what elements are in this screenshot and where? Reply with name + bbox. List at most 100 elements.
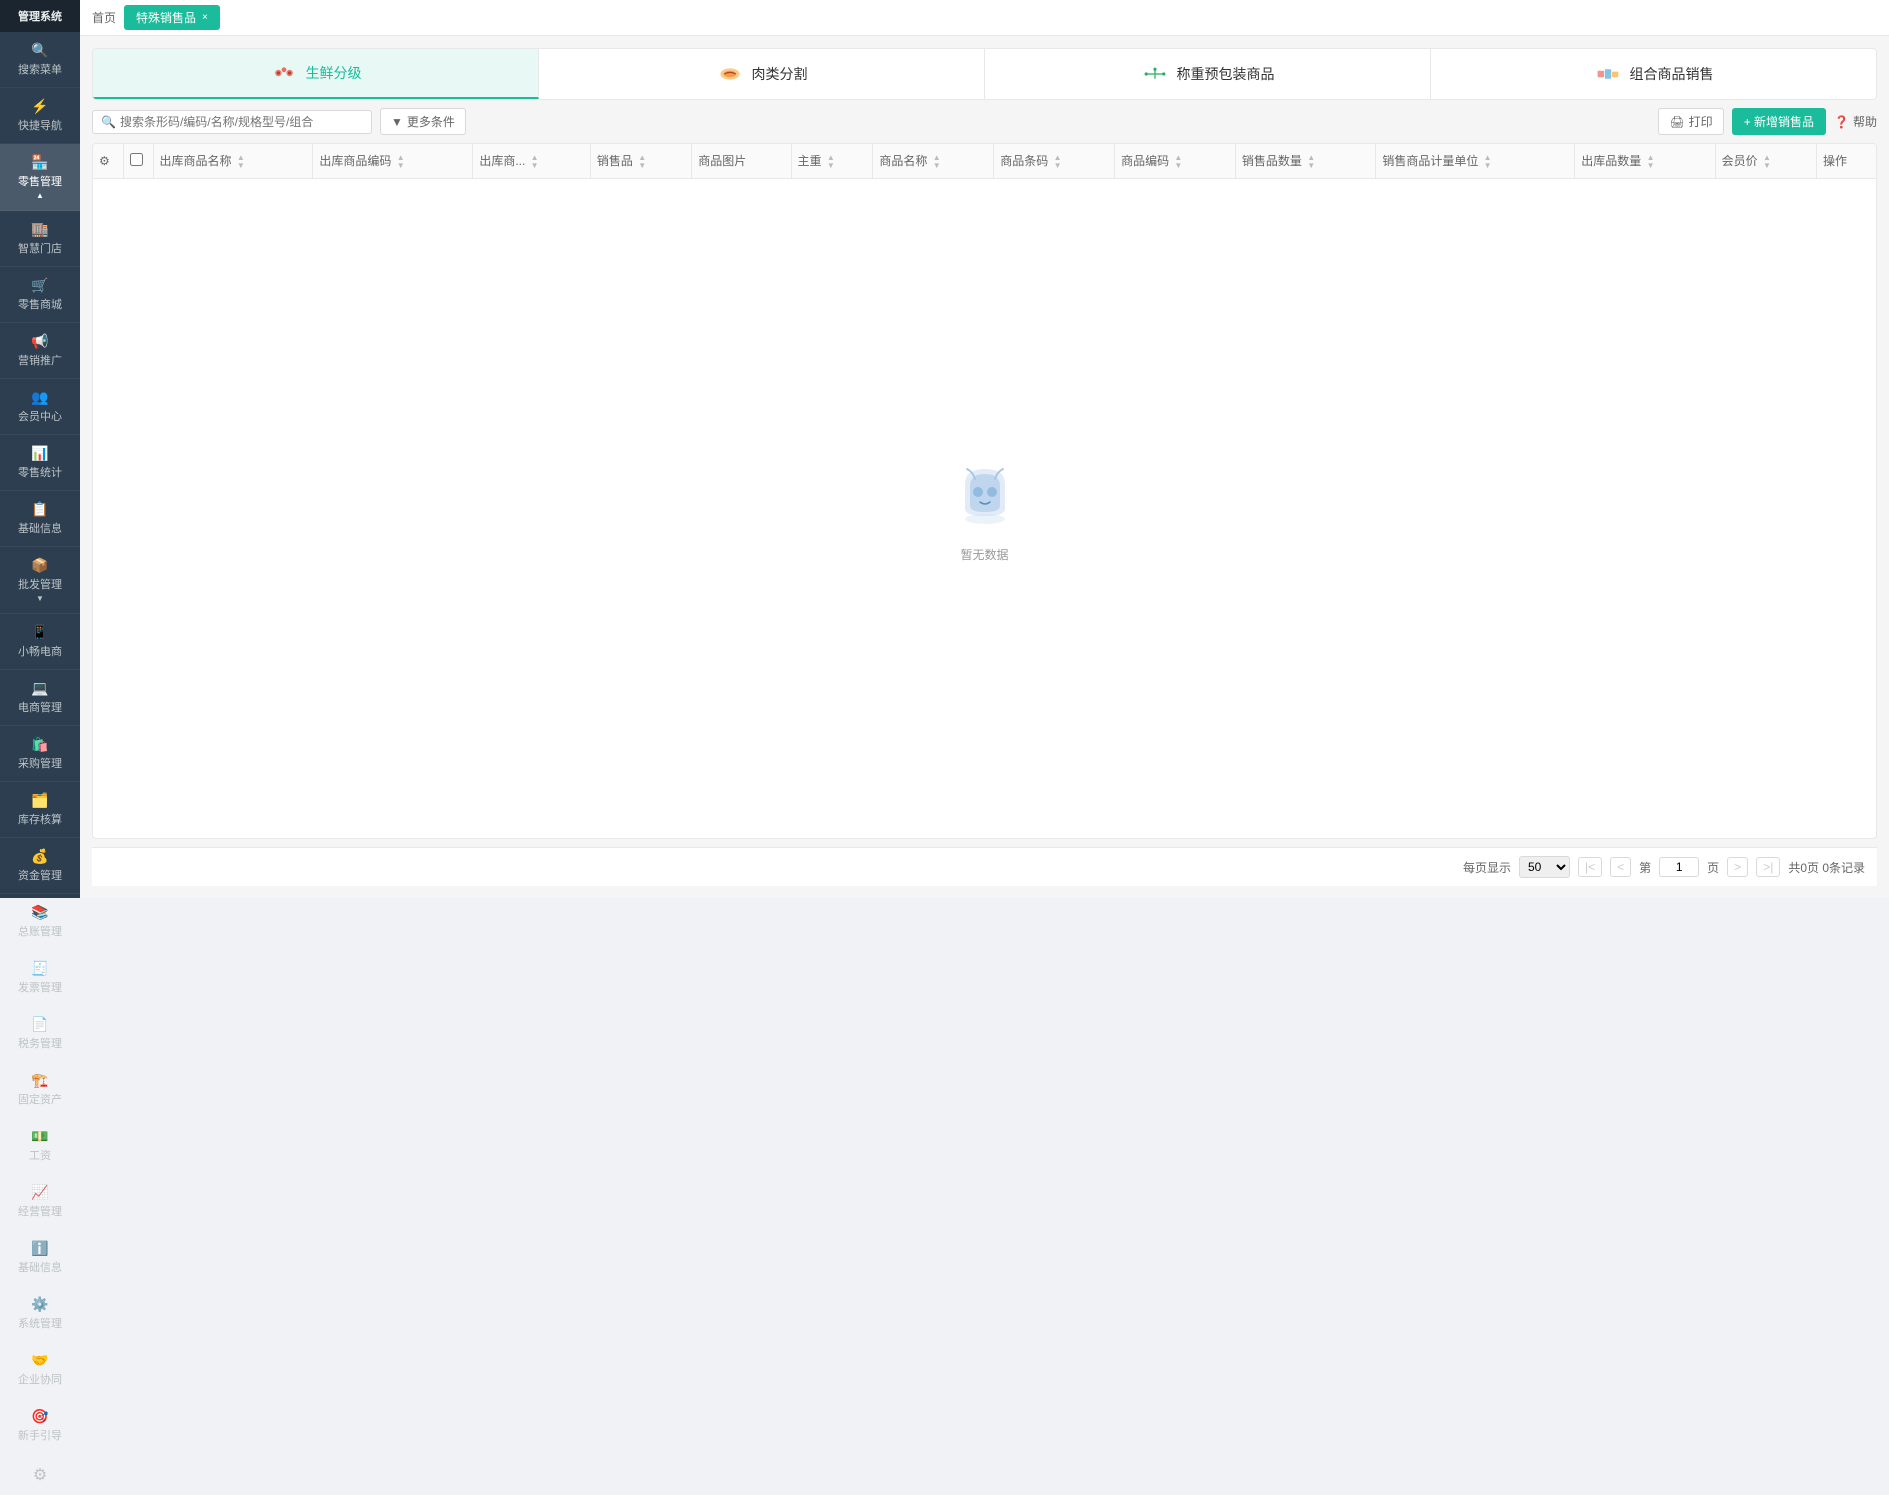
prev-page-button[interactable]: < — [1610, 857, 1631, 877]
sidebar-item-wages[interactable]: 💵 工资 — [0, 1118, 80, 1174]
page-suffix: 页 — [1707, 859, 1719, 876]
topbar-home[interactable]: 首页 — [92, 9, 116, 26]
th-product-img[interactable]: 商品图片 — [692, 144, 791, 178]
sidebar-item-basic-info[interactable]: 📋 基础信息 — [0, 491, 80, 547]
filter-label: 更多条件 — [407, 113, 455, 130]
sidebar-item-enterprise[interactable]: 🤝 企业协同 — [0, 1342, 80, 1398]
th-out-spec[interactable]: 出库商... ▲▼ — [473, 144, 591, 178]
sidebar-item-wholesale-mgmt[interactable]: 📦 批发管理 ▼ — [0, 547, 80, 614]
th-out-code[interactable]: 出库商品编码 ▲▼ — [313, 144, 473, 178]
help-button[interactable]: ❓ 帮助 — [1834, 113, 1877, 130]
last-page-button[interactable]: >| — [1756, 857, 1780, 877]
sidebar-item-finance[interactable]: 💰 资金管理 — [0, 838, 80, 894]
sidebar-item-label: 工资 — [29, 1147, 51, 1163]
data-table: ⚙ 出库商品名称 ▲▼ 出库商品编码 ▲▼ — [93, 144, 1876, 179]
sidebar-item-fixed-assets[interactable]: 🏗️ 固定资产 — [0, 1062, 80, 1118]
sidebar-item-label: 快捷导航 — [18, 117, 62, 133]
fixed-assets-icon: 🏗️ — [31, 1072, 48, 1089]
tab-combo-sale[interactable]: 组合商品销售 — [1431, 49, 1876, 99]
search-orders-icon: 🔍 — [31, 42, 48, 59]
sidebar-item-label: 系统管理 — [18, 1315, 62, 1331]
per-page-select[interactable]: 10 20 50 100 — [1519, 856, 1570, 878]
total-label: 共0页 0条记录 — [1788, 859, 1865, 876]
th-product-name[interactable]: 商品名称 ▲▼ — [873, 144, 994, 178]
sidebar-item-label: 营销推广 — [18, 352, 62, 368]
search-box[interactable]: 🔍 — [92, 110, 372, 134]
page: 生鲜分级 肉类分割 — [80, 36, 1889, 898]
chevron-icon: ▲ — [36, 191, 44, 200]
th-barcode[interactable]: 商品条码 ▲▼ — [994, 144, 1115, 178]
sort-arrows-out-spec: ▲▼ — [531, 154, 539, 170]
th-main-weight[interactable]: 主重 ▲▼ — [791, 144, 873, 178]
topbar-active-tab[interactable]: 特殊销售品 × — [124, 5, 220, 30]
meat-cut-label: 肉类分割 — [752, 64, 808, 84]
sidebar-item-ecom-mgmt[interactable]: 💻 电商管理 — [0, 670, 80, 726]
th-checkbox[interactable] — [123, 144, 153, 178]
pagination: 每页显示 10 20 50 100 |< < 第 页 > >| 共0页 0条记录 — [92, 847, 1877, 886]
sidebar-item-marketing[interactable]: 📢 营销推广 — [0, 323, 80, 379]
sidebar-item-label: 税务管理 — [18, 1035, 62, 1051]
sidebar-item-members[interactable]: 👥 会员中心 — [0, 379, 80, 435]
sidebar-gear-button[interactable]: ⚙ — [0, 1455, 80, 1495]
th-settings[interactable]: ⚙ — [93, 144, 123, 178]
sort-arrows-barcode: ▲▼ — [1054, 154, 1062, 170]
sidebar-item-label: 采购管理 — [18, 755, 62, 771]
sidebar-item-label: 发票管理 — [18, 979, 62, 995]
filter-button[interactable]: ▼ 更多条件 — [380, 108, 466, 135]
sidebar-item-quick-nav[interactable]: ⚡ 快捷导航 — [0, 88, 80, 144]
tab-meat-cut[interactable]: 肉类分割 — [539, 49, 985, 99]
sys-mgmt-icon: ⚙️ — [31, 1296, 48, 1313]
sort-arrows-out-name: ▲▼ — [237, 154, 245, 170]
sort-arrows-sale-item: ▲▼ — [638, 154, 646, 170]
table-header-row: ⚙ 出库商品名称 ▲▼ 出库商品编码 ▲▼ — [93, 144, 1876, 178]
sidebar-item-purchase-mgmt[interactable]: 🛍️ 采购管理 — [0, 726, 80, 782]
empty-state: 暂无数据 — [93, 179, 1876, 838]
th-product-code[interactable]: 商品编码 ▲▼ — [1115, 144, 1236, 178]
basic-info-icon: 📋 — [31, 501, 48, 518]
sidebar-item-invoice-mgmt[interactable]: 🧾 发票管理 — [0, 950, 80, 1006]
sidebar-item-ledger[interactable]: 📚 总账管理 — [0, 894, 80, 950]
sidebar-item-label: 基础信息 — [18, 520, 62, 536]
th-sale-unit[interactable]: 销售商品计量单位 ▲▼ — [1376, 144, 1575, 178]
tab-fresh-grade[interactable]: 生鲜分级 — [93, 49, 539, 99]
sidebar-item-inventory[interactable]: 🗂️ 库存核算 — [0, 782, 80, 838]
sidebar-item-smart-store[interactable]: 🏬 智慧门店 — [0, 211, 80, 267]
sidebar-item-sys-mgmt[interactable]: ⚙️ 系统管理 — [0, 1286, 80, 1342]
sidebar-item-retail-mall[interactable]: 🛒 零售商城 — [0, 267, 80, 323]
printer-icon: 🖨 — [1669, 115, 1684, 129]
next-page-button[interactable]: > — [1727, 857, 1748, 877]
th-member-price[interactable]: 会员价 ▲▼ — [1715, 144, 1816, 178]
select-all-checkbox[interactable] — [130, 153, 143, 166]
th-sale-item[interactable]: 销售品 ▲▼ — [590, 144, 691, 178]
first-page-button[interactable]: |< — [1578, 857, 1602, 877]
fresh-grade-label: 生鲜分级 — [306, 63, 362, 83]
print-button[interactable]: 🖨 打印 — [1658, 108, 1723, 135]
members-icon: 👥 — [31, 389, 48, 406]
tab-close-button[interactable]: × — [202, 12, 208, 23]
retail-mgmt-icon: 🏪 — [31, 154, 48, 171]
th-sale-qty[interactable]: 销售品数量 ▲▼ — [1235, 144, 1375, 178]
sidebar-item-label: 智慧门店 — [18, 240, 62, 256]
mini-ecom-icon: 📱 — [31, 624, 48, 641]
ops-icon: 📈 — [31, 1184, 48, 1201]
toolbar-right: 🖨 打印 + 新增销售品 ❓ 帮助 — [1658, 108, 1877, 135]
category-tabs: 生鲜分级 肉类分割 — [92, 48, 1877, 100]
sidebar-item-label: 企业协同 — [18, 1371, 62, 1387]
sidebar-item-ops-mgmt[interactable]: 📈 经营管理 — [0, 1174, 80, 1230]
sidebar-item-newcomer[interactable]: 🎯 新手引导 — [0, 1398, 80, 1454]
sidebar-item-tax-mgmt[interactable]: 📄 税务管理 — [0, 1006, 80, 1062]
sidebar-item-retail-stats[interactable]: 📊 零售统计 — [0, 435, 80, 491]
sidebar-item-basic-info2[interactable]: ℹ️ 基础信息 — [0, 1230, 80, 1286]
sidebar-item-mini-ecom[interactable]: 📱 小畅电商 — [0, 614, 80, 670]
th-out-name[interactable]: 出库商品名称 ▲▼ — [153, 144, 313, 178]
invoice-icon: 🧾 — [31, 960, 48, 977]
retail-mall-icon: 🛒 — [31, 277, 48, 294]
add-sale-item-button[interactable]: + 新增销售品 — [1732, 108, 1826, 135]
tab-weight-pack[interactable]: 称重预包装商品 — [985, 49, 1431, 99]
sidebar-item-search-orders[interactable]: 🔍 搜索菜单 — [0, 32, 80, 88]
page-input[interactable] — [1659, 857, 1699, 877]
th-out-qty[interactable]: 出库品数量 ▲▼ — [1575, 144, 1715, 178]
enterprise-icon: 🤝 — [31, 1352, 48, 1369]
search-input[interactable] — [120, 115, 363, 129]
sidebar-item-retail-mgmt[interactable]: 🏪 零售管理 ▲ — [0, 144, 80, 211]
